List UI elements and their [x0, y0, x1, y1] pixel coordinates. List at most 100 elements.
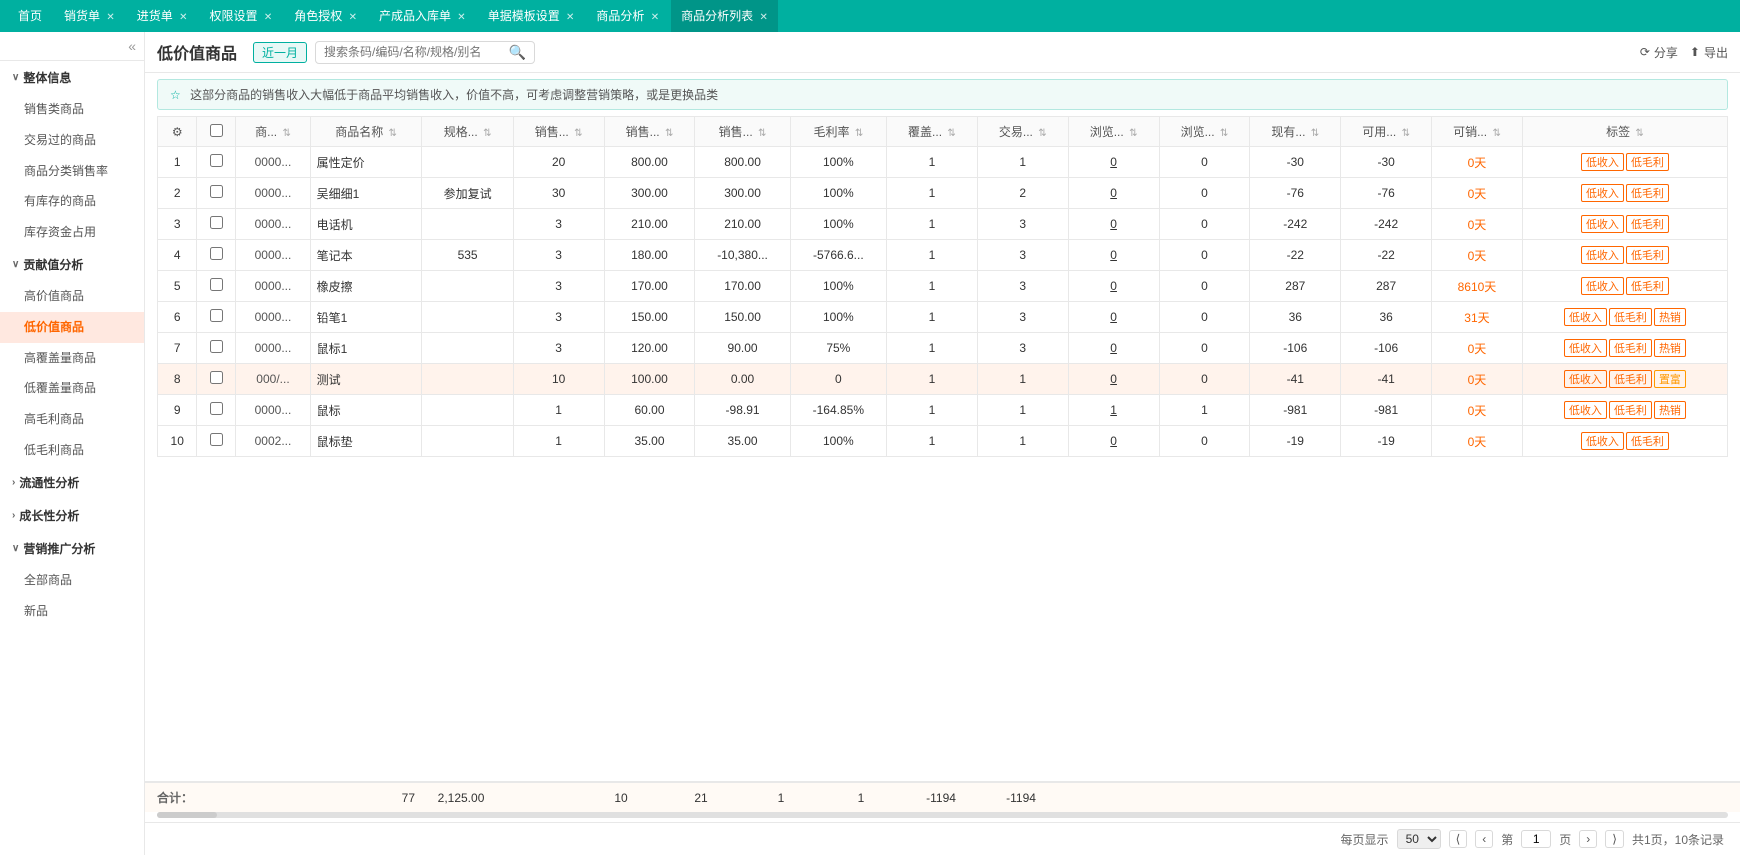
sort-icon[interactable]: ⇅ [1492, 128, 1500, 139]
cell-checkbox [197, 209, 236, 240]
sidebar-group-growth[interactable]: › 成长性分析 [0, 499, 144, 532]
tag-label: 低毛利 [1626, 184, 1669, 202]
sort-icon[interactable]: ⇅ [947, 128, 955, 139]
page-title: 低价值商品 [157, 40, 237, 64]
close-icon[interactable]: ✕ [264, 12, 272, 23]
sidebar-item-high-value[interactable]: 高价值商品 [0, 281, 144, 312]
nav-item-sales[interactable]: 销货单 ✕ [54, 0, 125, 32]
col-checkbox[interactable] [197, 117, 236, 147]
cell-sale-price: -98.91 [695, 395, 790, 426]
close-icon[interactable]: ✕ [566, 12, 574, 23]
sidebar-item-low-coverage[interactable]: 低覆盖量商品 [0, 373, 144, 404]
close-icon[interactable]: ✕ [651, 12, 659, 23]
row-checkbox[interactable] [210, 216, 223, 229]
sidebar-item-stock-capital[interactable]: 库存资金占用 [0, 217, 144, 248]
sort-icon[interactable]: ⇅ [282, 128, 290, 139]
close-icon[interactable]: ✕ [760, 12, 768, 23]
scrollbar-track[interactable] [157, 812, 1728, 818]
filter-period-btn[interactable]: 近一月 [253, 42, 307, 63]
cell-gross-margin: -5766.6... [790, 240, 886, 271]
search-input[interactable] [324, 45, 509, 59]
sidebar-item-new-products[interactable]: 新品 [0, 596, 144, 627]
row-checkbox[interactable] [210, 371, 223, 384]
last-page-btn[interactable]: ⟩ [1605, 830, 1624, 848]
row-checkbox[interactable] [210, 154, 223, 167]
sort-icon[interactable]: ⇅ [1038, 128, 1046, 139]
nav-item-product-analysis-list[interactable]: 商品分析列表 ✕ [671, 0, 778, 32]
view1-link[interactable]: 0 [1110, 186, 1117, 200]
export-btn[interactable]: ⬆ 导出 [1690, 44, 1728, 61]
view1-link[interactable]: 1 [1110, 403, 1117, 417]
sidebar-group-marketing[interactable]: ∨ 营销推广分析 [0, 532, 144, 565]
share-btn[interactable]: ⟳ 分享 [1640, 44, 1678, 61]
search-icon[interactable]: 🔍 [509, 44, 526, 61]
first-page-btn[interactable]: ⟨ [1449, 830, 1468, 848]
col-settings[interactable]: ⚙ [158, 117, 197, 147]
nav-item-product-analysis[interactable]: 商品分析 ✕ [586, 0, 669, 32]
nav-item-permissions[interactable]: 权限设置 ✕ [199, 0, 282, 32]
view1-link[interactable]: 0 [1110, 310, 1117, 324]
view1-link[interactable]: 0 [1110, 372, 1117, 386]
nav-item-purchase[interactable]: 进货单 ✕ [127, 0, 198, 32]
sidebar-group-circulation[interactable]: › 流通性分析 [0, 466, 144, 499]
row-checkbox[interactable] [210, 433, 223, 446]
nav-item-template[interactable]: 单据模板设置 ✕ [478, 0, 585, 32]
nav-item-role-auth[interactable]: 角色授权 ✕ [284, 0, 367, 32]
next-page-btn[interactable]: › [1579, 830, 1597, 848]
close-icon[interactable]: ✕ [457, 12, 465, 23]
sort-icon[interactable]: ⇅ [758, 128, 766, 139]
row-checkbox[interactable] [210, 278, 223, 291]
prev-page-btn[interactable]: ‹ [1475, 830, 1493, 848]
cell-code: 0000... [236, 240, 310, 271]
sort-icon[interactable]: ⇅ [1311, 128, 1319, 139]
row-checkbox[interactable] [210, 185, 223, 198]
sort-icon[interactable]: ⇅ [855, 128, 863, 139]
nav-item-home[interactable]: 首页 [8, 0, 52, 32]
sort-icon[interactable]: ⇅ [389, 128, 397, 139]
sidebar-item-low-value[interactable]: 低价值商品 [0, 312, 144, 343]
cell-view2: 0 [1159, 209, 1250, 240]
sidebar-item-category-sales-rate[interactable]: 商品分类销售率 [0, 156, 144, 187]
view1-link[interactable]: 0 [1110, 279, 1117, 293]
view1-link[interactable]: 0 [1110, 434, 1117, 448]
sort-icon[interactable]: ⇅ [483, 128, 491, 139]
row-checkbox[interactable] [210, 340, 223, 353]
sort-icon[interactable]: ⇅ [1129, 128, 1137, 139]
info-icon: ☆ [170, 88, 181, 102]
total-label: 合计： [157, 789, 193, 806]
cell-view1: 0 [1068, 147, 1159, 178]
select-all-checkbox[interactable] [210, 124, 223, 137]
collapse-icon[interactable]: « [128, 38, 136, 54]
content-area: 低价值商品 近一月 🔍 ⟳ 分享 ⬆ 导出 [145, 32, 1740, 855]
view1-link[interactable]: 0 [1110, 341, 1117, 355]
sidebar-item-in-stock[interactable]: 有库存的商品 [0, 186, 144, 217]
sidebar-item-low-profit[interactable]: 低毛利商品 [0, 435, 144, 466]
row-checkbox[interactable] [210, 309, 223, 322]
cell-saleable: 0天 [1432, 364, 1523, 395]
sidebar-item-all-products[interactable]: 全部商品 [0, 565, 144, 596]
view1-link[interactable]: 0 [1110, 217, 1117, 231]
view1-link[interactable]: 0 [1110, 248, 1117, 262]
page-number-input[interactable] [1521, 830, 1551, 848]
sidebar-item-high-coverage[interactable]: 高覆盖量商品 [0, 343, 144, 374]
tag-label: 低收入 [1564, 401, 1607, 419]
row-checkbox[interactable] [210, 402, 223, 415]
sidebar-group-contribution[interactable]: ∨ 贡献值分析 [0, 248, 144, 281]
close-icon[interactable]: ✕ [106, 12, 114, 23]
sort-icon[interactable]: ⇅ [665, 128, 673, 139]
sidebar-group-overall[interactable]: ∨ 整体信息 [0, 61, 144, 94]
sort-icon[interactable]: ⇅ [1220, 128, 1228, 139]
nav-item-product-storage[interactable]: 产成品入库单 ✕ [369, 0, 476, 32]
sidebar-item-high-profit[interactable]: 高毛利商品 [0, 404, 144, 435]
sidebar-item-traded-products[interactable]: 交易过的商品 [0, 125, 144, 156]
view1-link[interactable]: 0 [1110, 155, 1117, 169]
row-checkbox[interactable] [210, 247, 223, 260]
sort-icon[interactable]: ⇅ [1402, 128, 1410, 139]
close-icon[interactable]: ✕ [349, 12, 357, 23]
sort-icon[interactable]: ⇅ [1635, 128, 1643, 139]
per-page-select[interactable]: 50 [1397, 829, 1441, 849]
scrollbar-thumb[interactable] [157, 812, 217, 818]
sidebar-item-sales-products[interactable]: 销售类商品 [0, 94, 144, 125]
sort-icon[interactable]: ⇅ [574, 128, 582, 139]
close-icon[interactable]: ✕ [179, 12, 187, 23]
